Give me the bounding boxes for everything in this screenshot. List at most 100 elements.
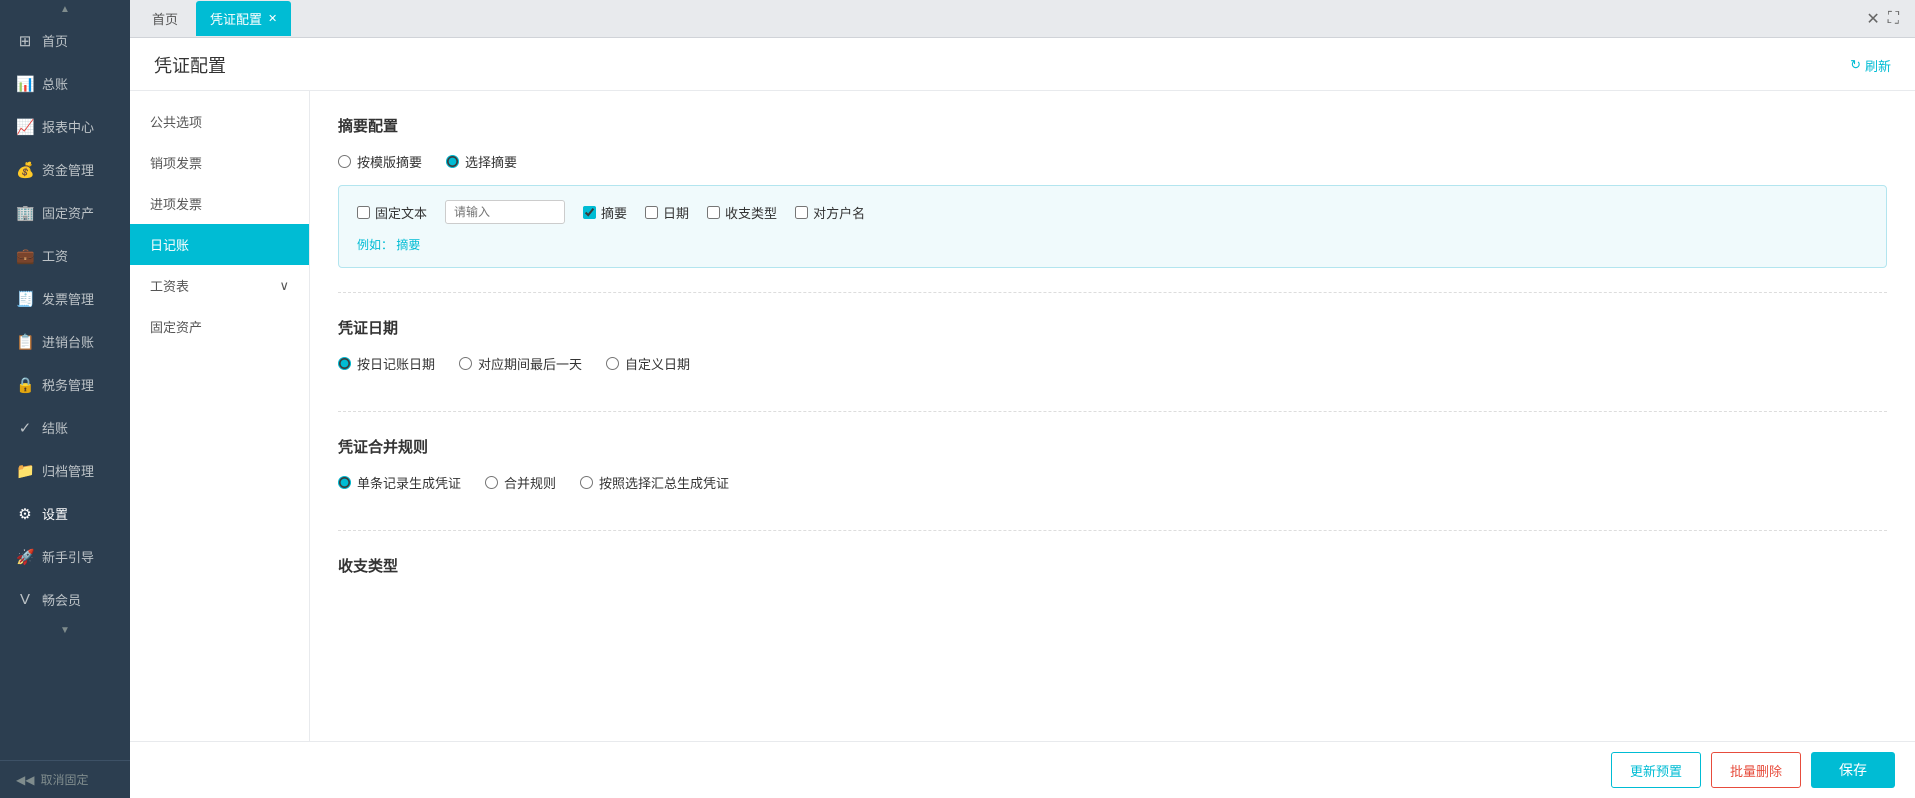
window-maximize-button[interactable]: ⛶ xyxy=(1888,10,1899,28)
merge-section: 凭证合并规则 单条记录生成凭证 合并规则 按照选择汇总生成凭证 xyxy=(338,436,1887,531)
sidebar-item-label: 工资 xyxy=(42,246,68,265)
left-nav-salary-table-label: 工资表 xyxy=(150,276,189,295)
sidebar-item-label: 资金管理 xyxy=(42,160,94,179)
cancel-fixed-button[interactable]: ◀◀ 取消固定 xyxy=(0,760,130,798)
select-merge-radio[interactable]: 按照选择汇总生成凭证 xyxy=(580,473,729,492)
summary-input[interactable] xyxy=(583,206,596,219)
sidebar-item-vip[interactable]: V 畅会员 xyxy=(0,578,130,621)
sidebar-item-sales-ledger[interactable]: 📋 进销台账 xyxy=(0,320,130,363)
pin-icon: ◀◀ xyxy=(16,773,34,787)
sidebar-item-assets[interactable]: 🏢 固定资产 xyxy=(0,191,130,234)
sidebar-item-settlement[interactable]: ✓ 结账 xyxy=(0,406,130,449)
select-summary-radio[interactable]: 选择摘要 xyxy=(446,152,517,171)
window-close-button[interactable]: ✕ xyxy=(1866,9,1879,29)
funds-icon: 💰 xyxy=(16,161,34,179)
refresh-button[interactable]: ↻ 刷新 xyxy=(1850,56,1891,75)
sidebar-item-label: 报表中心 xyxy=(42,117,94,136)
left-nav-public[interactable]: 公共选项 xyxy=(130,101,309,142)
preview-label: 例如： xyxy=(357,238,393,252)
tab-voucher-config-label: 凭证配置 xyxy=(210,9,262,28)
sidebar-item-invoice-mgmt[interactable]: 🧾 发票管理 xyxy=(0,277,130,320)
update-preview-button[interactable]: 更新预置 xyxy=(1611,752,1701,788)
guide-icon: 🚀 xyxy=(16,548,34,566)
sidebar-item-tax[interactable]: 🔒 税务管理 xyxy=(0,363,130,406)
counterpart-checkbox[interactable]: 对方户名 xyxy=(795,203,865,222)
sidebar-item-settings[interactable]: ⚙ 设置 xyxy=(0,492,130,535)
sidebar-item-guide[interactable]: 🚀 新手引导 xyxy=(0,535,130,578)
template-summary-radio[interactable]: 按模版摘要 xyxy=(338,152,422,171)
income-type-checkbox[interactable]: 收支类型 xyxy=(707,203,777,222)
refresh-label: 刷新 xyxy=(1865,56,1891,75)
sidebar-item-label: 发票管理 xyxy=(42,289,94,308)
merge-rule-radio[interactable]: 合并规则 xyxy=(485,473,556,492)
last-day-label: 对应期间最后一天 xyxy=(478,354,582,373)
single-record-radio[interactable]: 单条记录生成凭证 xyxy=(338,473,461,492)
single-record-label: 单条记录生成凭证 xyxy=(357,473,461,492)
custom-date-radio[interactable]: 自定义日期 xyxy=(606,354,690,373)
fixed-text-field[interactable] xyxy=(445,200,565,224)
sidebar-item-label: 结账 xyxy=(42,418,68,437)
by-journal-date-input[interactable] xyxy=(338,357,351,370)
fixed-text-checkbox[interactable]: 固定文本 xyxy=(357,203,427,222)
select-summary-input[interactable] xyxy=(446,155,459,168)
summary-section: 摘要配置 按模版摘要 选择摘要 xyxy=(338,115,1887,293)
left-nav-journal[interactable]: 日记账 xyxy=(130,224,309,265)
sidebar-item-label: 归档管理 xyxy=(42,461,94,480)
left-nav-sales-invoice-label: 销项发票 xyxy=(150,153,202,172)
merge-rule-input[interactable] xyxy=(485,476,498,489)
main-area: 首页 凭证配置 ✕ ✕ ⛶ 凭证配置 ↻ 刷新 公共选项 xyxy=(130,0,1915,798)
single-record-input[interactable] xyxy=(338,476,351,489)
vip-icon: V xyxy=(16,591,34,608)
left-nav-sales-invoice[interactable]: 销项发票 xyxy=(130,142,309,183)
date-section: 凭证日期 按日记账日期 对应期间最后一天 自定义日期 xyxy=(338,317,1887,412)
sidebar: ▲ ⊞ 首页 📊 总账 📈 报表中心 💰 资金管理 🏢 固定资产 💼 工资 🧾 … xyxy=(0,0,130,798)
by-journal-date-label: 按日记账日期 xyxy=(357,354,435,373)
select-merge-input[interactable] xyxy=(580,476,593,489)
summary-checkbox[interactable]: 摘要 xyxy=(583,203,627,222)
income-type-input[interactable] xyxy=(707,206,720,219)
sidebar-scroll-up[interactable]: ▲ xyxy=(0,0,130,19)
select-summary-label: 选择摘要 xyxy=(465,152,517,171)
sidebar-item-label: 税务管理 xyxy=(42,375,94,394)
date-checkbox[interactable]: 日期 xyxy=(645,203,689,222)
fixed-text-input[interactable] xyxy=(357,206,370,219)
left-nav-salary-table[interactable]: 工资表 ∨ xyxy=(130,265,309,306)
batch-delete-button[interactable]: 批量删除 xyxy=(1711,752,1801,788)
template-summary-input[interactable] xyxy=(338,155,351,168)
page-content: 凭证配置 ↻ 刷新 公共选项 销项发票 进项发票 日记账 xyxy=(130,38,1915,798)
ledger-icon: 📊 xyxy=(16,75,34,93)
merge-rule-label: 合并规则 xyxy=(504,473,556,492)
tab-voucher-config[interactable]: 凭证配置 ✕ xyxy=(196,1,291,36)
salary-icon: 💼 xyxy=(16,247,34,265)
left-nav-fixed-assets[interactable]: 固定资产 xyxy=(130,306,309,347)
archive-icon: 📁 xyxy=(16,462,34,480)
settings-icon: ⚙ xyxy=(16,505,34,523)
sidebar-item-home[interactable]: ⊞ 首页 xyxy=(0,19,130,62)
summary-label: 摘要 xyxy=(601,203,627,222)
summary-config-box: 固定文本 摘要 日期 xyxy=(338,185,1887,268)
date-section-title: 凭证日期 xyxy=(338,317,1887,338)
last-day-input[interactable] xyxy=(459,357,472,370)
sidebar-item-salary[interactable]: 💼 工资 xyxy=(0,234,130,277)
sidebar-item-archive[interactable]: 📁 归档管理 xyxy=(0,449,130,492)
counterpart-input[interactable] xyxy=(795,206,808,219)
sidebar-scroll-down[interactable]: ▼ xyxy=(0,621,130,640)
tab-home[interactable]: 首页 xyxy=(138,1,192,36)
left-nav: 公共选项 销项发票 进项发票 日记账 工资表 ∨ 固定资产 xyxy=(130,91,310,741)
by-journal-date-radio[interactable]: 按日记账日期 xyxy=(338,354,435,373)
custom-date-label: 自定义日期 xyxy=(625,354,690,373)
sales-ledger-icon: 📋 xyxy=(16,333,34,351)
tab-bar: 首页 凭证配置 ✕ ✕ ⛶ xyxy=(130,0,1915,38)
date-input[interactable] xyxy=(645,206,658,219)
sidebar-item-ledger[interactable]: 📊 总账 xyxy=(0,62,130,105)
sidebar-item-funds[interactable]: 💰 资金管理 xyxy=(0,148,130,191)
tab-close-icon[interactable]: ✕ xyxy=(268,12,277,25)
last-day-radio[interactable]: 对应期间最后一天 xyxy=(459,354,582,373)
sidebar-item-label: 首页 xyxy=(42,31,68,50)
sidebar-item-reports[interactable]: 📈 报表中心 xyxy=(0,105,130,148)
custom-date-input[interactable] xyxy=(606,357,619,370)
sidebar-item-label: 固定资产 xyxy=(42,203,94,222)
left-nav-purchase-invoice[interactable]: 进项发票 xyxy=(130,183,309,224)
save-button[interactable]: 保存 xyxy=(1811,752,1895,788)
left-nav-fixed-assets-label: 固定资产 xyxy=(150,317,202,336)
